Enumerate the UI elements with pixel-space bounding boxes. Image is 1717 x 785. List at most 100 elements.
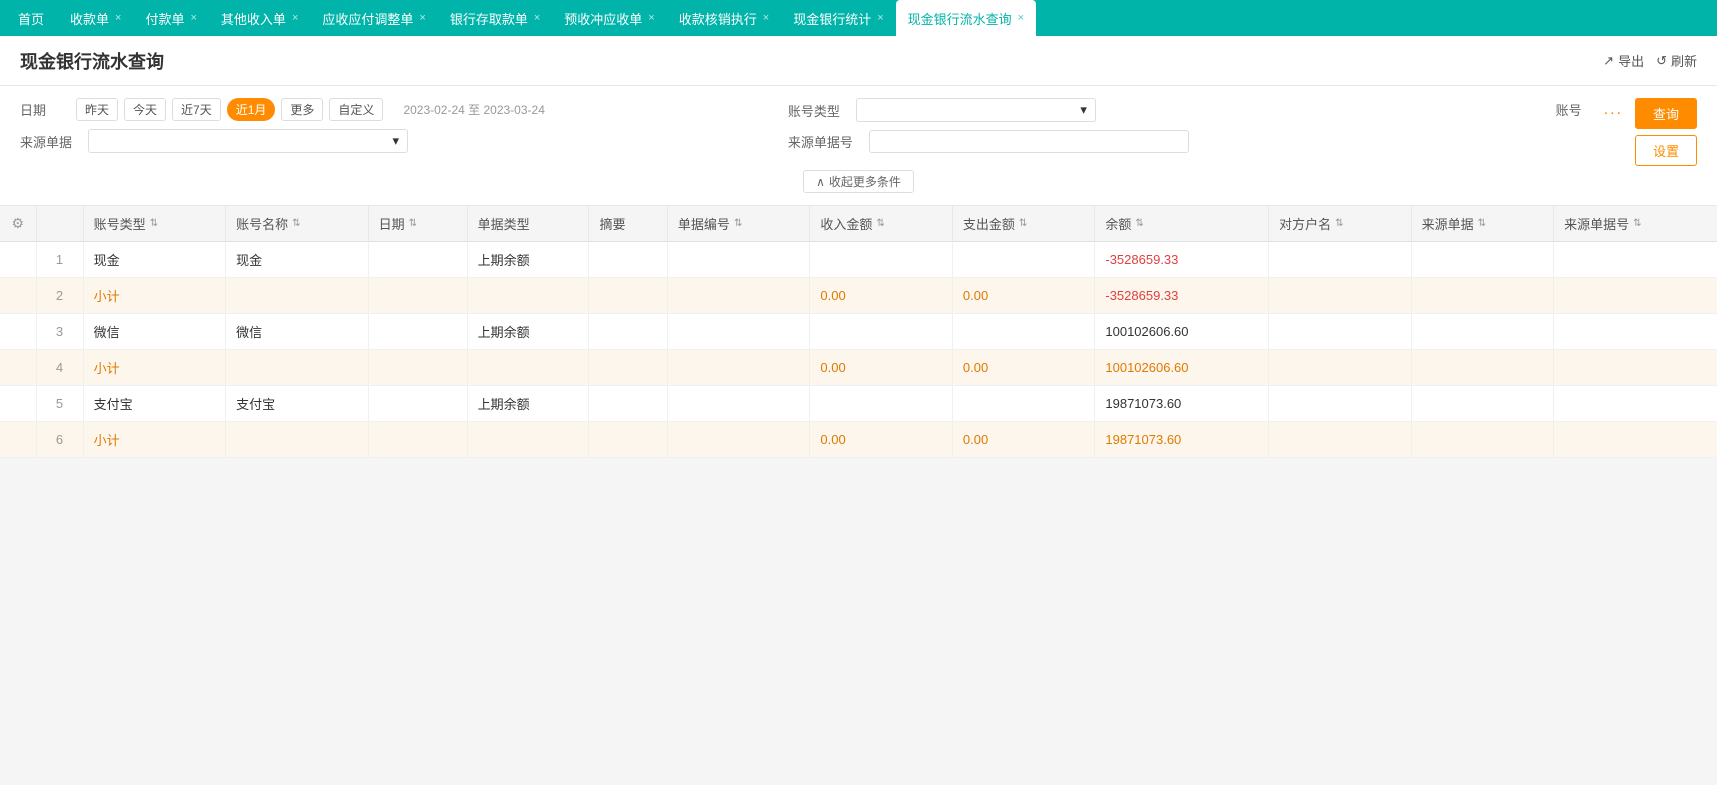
col-header-doc_no[interactable]: 单据编号⇅ (667, 206, 809, 242)
collapse-icon: ∧ (816, 175, 825, 189)
account-type-select[interactable]: ▾ (856, 98, 1096, 122)
date-option-btn[interactable]: 今天 (124, 98, 166, 121)
cell-doc_type (467, 422, 589, 458)
cell-source_doc (1411, 386, 1553, 422)
source-doc-no-input[interactable] (869, 130, 1189, 153)
table-body: 1现金现金上期余额-3528659.332小计0.000.00-3528659.… (0, 242, 1717, 458)
filter-row-source-no: 来源单据号 (788, 130, 1536, 153)
data-table: ⚙账号类型⇅账号名称⇅日期⇅单据类型摘要单据编号⇅收入金额⇅支出金额⇅余额⇅对方… (0, 206, 1717, 458)
col-header-expense[interactable]: 支出金额⇅ (952, 206, 1094, 242)
cell-counterpart (1269, 242, 1411, 278)
date-option-btn[interactable]: 昨天 (76, 98, 118, 121)
nav-tab[interactable]: 其他收入单× (209, 0, 310, 36)
cell-account_name (226, 422, 368, 458)
cell-source_doc_no (1554, 242, 1717, 278)
col-header-num (36, 206, 83, 242)
search-button[interactable]: 查询 (1635, 98, 1697, 129)
col-header-source_doc[interactable]: 来源单据⇅ (1411, 206, 1553, 242)
top-nav: 首页 收款单×付款单×其他收入单×应收应付调整单×银行存取款单×预收冲应收单×收… (0, 0, 1717, 36)
col-header-source_doc_no[interactable]: 来源单据号⇅ (1554, 206, 1717, 242)
source-doc-select[interactable]: ▾ (88, 129, 408, 153)
cell-settings (0, 242, 36, 278)
cell-source_doc_no (1554, 350, 1717, 386)
nav-tab[interactable]: 收款单× (58, 0, 133, 36)
nav-tab[interactable]: 预收冲应收单× (552, 0, 666, 36)
table-row: 4小计0.000.00100102606.60 (0, 350, 1717, 386)
nav-home[interactable]: 首页 (4, 0, 58, 36)
col-header-balance[interactable]: 余额⇅ (1095, 206, 1269, 242)
tab-close-icon[interactable]: × (190, 12, 196, 24)
cell-source_doc_no (1554, 314, 1717, 350)
cell-settings (0, 278, 36, 314)
account-more[interactable]: ... (1604, 101, 1623, 119)
cell-date (368, 242, 467, 278)
account-type-chevron: ▾ (1080, 102, 1087, 118)
date-buttons: 昨天今天近7天近1月更多自定义 (76, 98, 383, 121)
cell-summary (589, 386, 667, 422)
nav-tabs: 收款单×付款单×其他收入单×应收应付调整单×银行存取款单×预收冲应收单×收款核销… (58, 0, 1036, 36)
cell-counterpart (1269, 350, 1411, 386)
cell-summary (589, 314, 667, 350)
date-option-btn[interactable]: 自定义 (329, 98, 383, 121)
nav-tab[interactable]: 银行存取款单× (438, 0, 552, 36)
page-header: 现金银行流水查询 ↗ 导出 ↺ 刷新 (0, 36, 1717, 86)
col-header-counterpart[interactable]: 对方户名⇅ (1269, 206, 1411, 242)
nav-tab[interactable]: 应收应付调整单× (310, 0, 437, 36)
table-row: 3微信微信上期余额100102606.60 (0, 314, 1717, 350)
cell-source_doc (1411, 242, 1553, 278)
cell-income: 0.00 (810, 278, 952, 314)
cell-income (810, 242, 952, 278)
nav-tab[interactable]: 付款单× (133, 0, 208, 36)
cell-account_name (226, 278, 368, 314)
refresh-icon: ↺ (1656, 53, 1667, 69)
date-option-btn[interactable]: 近1月 (227, 98, 276, 121)
col-header-account_name[interactable]: 账号名称⇅ (226, 206, 368, 242)
cell-balance: -3528659.33 (1095, 278, 1269, 314)
tab-close-icon[interactable]: × (419, 12, 425, 24)
tab-close-icon[interactable]: × (648, 12, 654, 24)
date-option-btn[interactable]: 近7天 (172, 98, 221, 121)
table-header: ⚙账号类型⇅账号名称⇅日期⇅单据类型摘要单据编号⇅收入金额⇅支出金额⇅余额⇅对方… (0, 206, 1717, 242)
cell-num: 3 (36, 314, 83, 350)
refresh-button[interactable]: ↺ 刷新 (1656, 51, 1697, 70)
cell-settings (0, 350, 36, 386)
header-actions: ↗ 导出 ↺ 刷新 (1603, 51, 1697, 70)
gear-icon[interactable]: ⚙ (11, 215, 24, 231)
tab-close-icon[interactable]: × (877, 12, 883, 24)
tab-close-icon[interactable]: × (1018, 12, 1024, 24)
collapse-button[interactable]: ∧ 收起更多条件 (803, 170, 914, 193)
source-doc-label: 来源单据 (20, 132, 72, 151)
col-header-doc_type: 单据类型 (467, 206, 589, 242)
col-header-account_type[interactable]: 账号类型⇅ (83, 206, 225, 242)
account-type-label: 账号类型 (788, 101, 840, 120)
nav-tab[interactable]: 现金银行统计× (781, 0, 895, 36)
cell-doc_no (667, 242, 809, 278)
export-button[interactable]: ↗ 导出 (1603, 51, 1644, 70)
tab-close-icon[interactable]: × (763, 12, 769, 24)
right-buttons: 查询 设置 (1635, 98, 1697, 166)
nav-tab[interactable]: 收款核销执行× (667, 0, 781, 36)
col-header-date[interactable]: 日期⇅ (368, 206, 467, 242)
cell-num: 5 (36, 386, 83, 422)
cell-expense: 0.00 (952, 422, 1094, 458)
export-icon: ↗ (1603, 53, 1614, 69)
col-header-income[interactable]: 收入金额⇅ (810, 206, 952, 242)
settings-button[interactable]: 设置 (1635, 135, 1697, 166)
cell-source_doc (1411, 422, 1553, 458)
tab-close-icon[interactable]: × (534, 12, 540, 24)
cell-income: 0.00 (810, 422, 952, 458)
account-label: 账号 (1556, 100, 1596, 119)
cell-doc_no (667, 350, 809, 386)
cell-account_type: 小计 (83, 278, 225, 314)
cell-num: 6 (36, 422, 83, 458)
tab-close-icon[interactable]: × (292, 12, 298, 24)
cell-account_type: 小计 (83, 350, 225, 386)
date-range: 2023-02-24 至 2023-03-24 (403, 101, 544, 118)
date-option-btn[interactable]: 更多 (281, 98, 323, 121)
cell-doc_type: 上期余额 (467, 314, 589, 350)
cell-doc_type: 上期余额 (467, 386, 589, 422)
nav-tab[interactable]: 现金银行流水查询× (896, 0, 1036, 36)
cell-expense (952, 314, 1094, 350)
tab-close-icon[interactable]: × (115, 12, 121, 24)
page-title: 现金银行流水查询 (20, 48, 164, 74)
